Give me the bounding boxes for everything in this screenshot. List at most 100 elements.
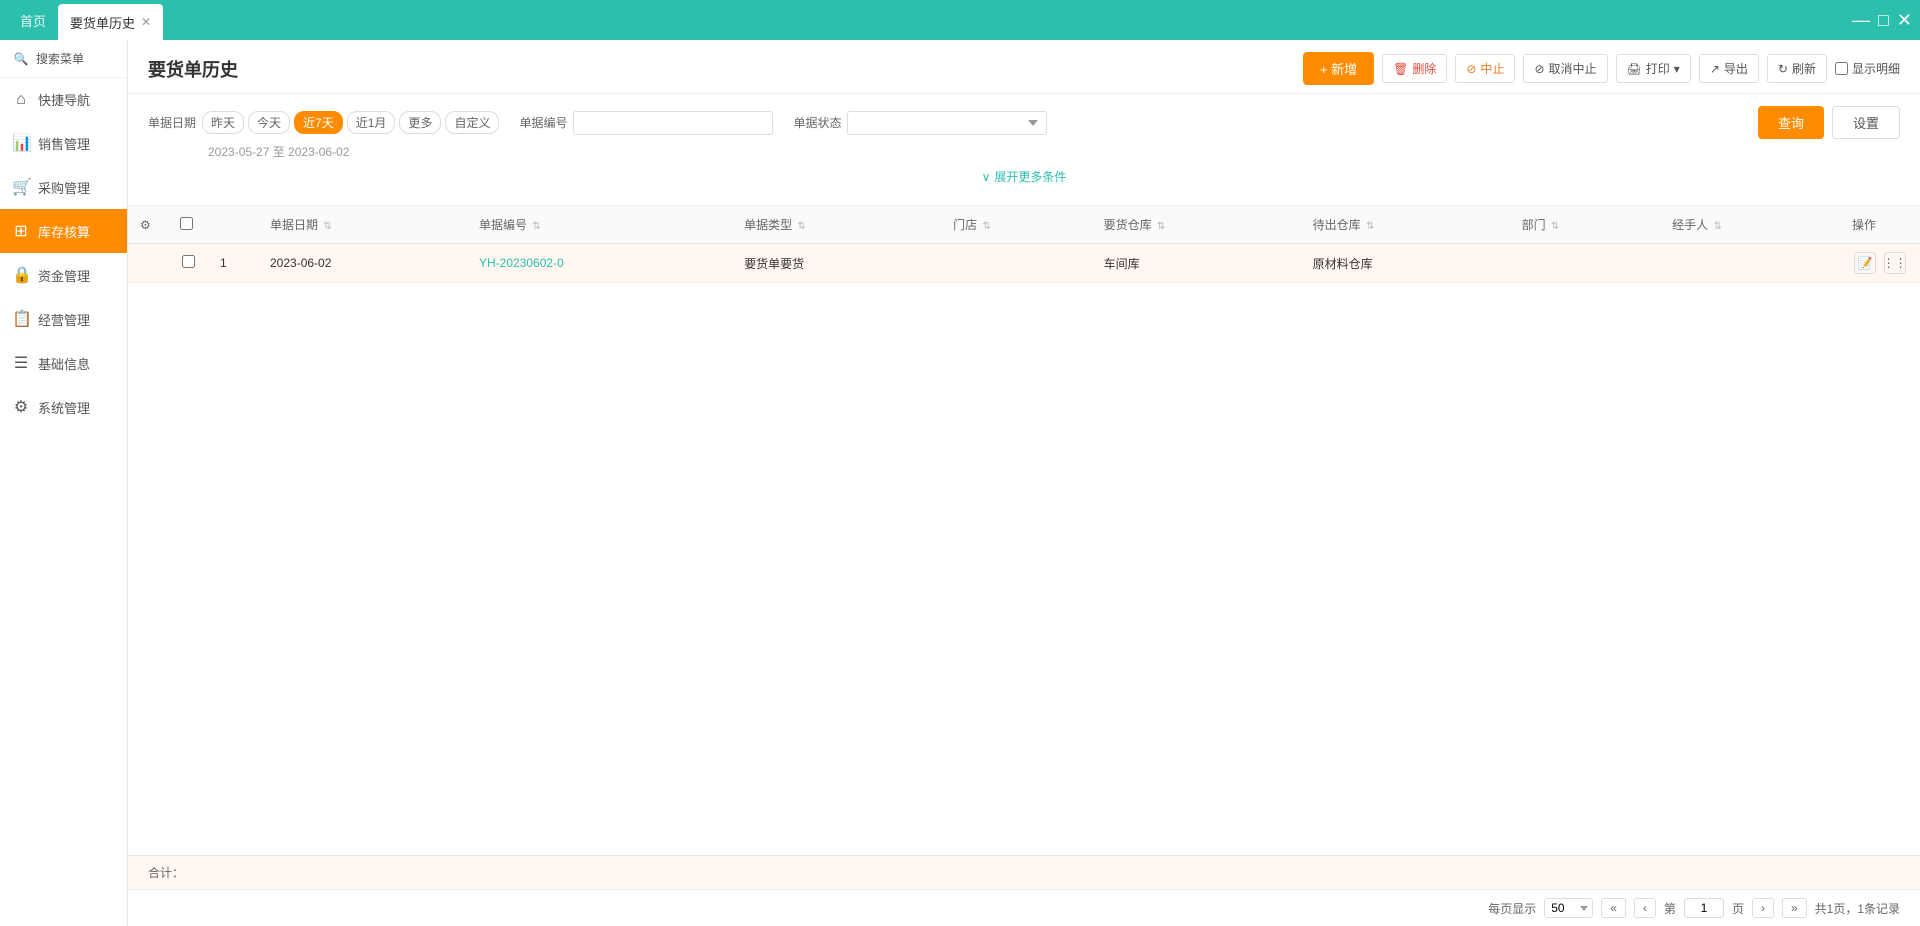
per-page-select[interactable]: 50 100 200 [1544,898,1593,918]
page-suffix: 页 [1732,900,1744,917]
sidebar-item-basic[interactable]: ☰ 基础信息 [0,341,127,385]
date-btn-more[interactable]: 更多 [399,111,441,134]
filter-settings-button[interactable]: 设置 [1832,106,1900,139]
sidebar-search[interactable]: 🔍 搜索菜单 [0,40,127,78]
row-req-warehouse: 车间库 [1092,244,1301,283]
export-button[interactable]: ↗ 导出 [1699,54,1759,83]
refresh-button[interactable]: ↻ 刷新 [1767,54,1827,83]
tab-purchase-history-label: 要货单历史 [70,13,135,32]
sidebar-item-shortcut[interactable]: ⌂ 快捷导航 [0,78,127,121]
date-btn-today[interactable]: 今天 [248,111,290,134]
sidebar-search-label: 搜索菜单 [36,50,84,67]
content-area: 要货单历史 + 新增 🗑 删除 ⊘ 中止 ⊘ 取消中止 [128,40,1920,926]
row-date: 2023-06-02 [258,244,467,283]
filter-date-buttons: 昨天 今天 近7天 近1月 更多 自定义 [202,111,499,134]
print-button[interactable]: 🖨 打印 ▾ [1616,54,1691,83]
col-settings: ⚙ [128,206,168,244]
filter-date-label: 单据日期 [148,114,196,131]
total-label: 合计： [148,866,184,880]
cancel-stop-button[interactable]: ⊘ 取消中止 [1523,54,1607,83]
last-page-button[interactable]: » [1782,898,1807,918]
close-tab-icon[interactable]: ✕ [141,15,151,29]
display-detail-toggle[interactable]: 显示明细 [1835,60,1900,77]
page-input[interactable] [1684,898,1724,918]
row-no: 1 [208,244,258,283]
row-settings-cell [128,244,168,283]
tab-purchase-history[interactable]: 要货单历史 ✕ [58,4,163,40]
col-handler[interactable]: 经手人 ⇅ [1660,206,1840,244]
row-actions: 📝 ⋮⋮ [1840,244,1920,283]
row-edit-icon[interactable]: 📝 [1854,252,1876,274]
row-checkbox[interactable] [182,255,195,268]
sort-department-icon: ⇅ [1551,221,1559,232]
table-body: 1 2023-06-02 YH-20230602-0 要货单要货 车间库 原材料… [128,244,1920,283]
row-docno: YH-20230602-0 [467,244,732,283]
total-info: 共1页，1条记录 [1815,900,1900,917]
sidebar-item-finance-label: 资金管理 [38,266,90,285]
filter-status-label: 单据状态 [793,114,841,131]
display-detail-checkbox[interactable] [1835,62,1848,75]
filter-status-select[interactable] [847,111,1047,135]
home-icon: ⌂ [12,91,30,109]
sidebar-item-inventory[interactable]: ⊞ 库存核算 [0,209,127,253]
settings-row-icon[interactable]: ⚙ [140,218,151,232]
filter-actions: 查询 设置 [1758,106,1900,139]
basic-icon: ☰ [12,353,30,373]
maximize-button[interactable]: □ [1878,11,1889,29]
sidebar-item-purchase[interactable]: 🛒 采购管理 [0,165,127,209]
sidebar-item-system-label: 系统管理 [38,398,90,417]
stop-button[interactable]: ⊘ 中止 [1455,54,1515,83]
query-button[interactable]: 查询 [1758,106,1824,139]
delete-button[interactable]: 🗑 删除 [1382,54,1447,83]
filter-docno-label: 单据编号 [519,114,567,131]
sidebar-item-operations-label: 经营管理 [38,310,90,329]
inventory-icon: ⊞ [12,221,30,241]
row-more-icon[interactable]: ⋮⋮ [1884,252,1906,274]
operations-icon: 📋 [12,309,30,329]
sidebar-item-purchase-label: 采购管理 [38,178,90,197]
select-all-checkbox[interactable] [180,217,193,230]
next-page-button[interactable]: › [1752,898,1774,918]
delete-icon: 🗑 [1393,62,1408,76]
col-store[interactable]: 门店 ⇅ [941,206,1092,244]
row-docno-link[interactable]: YH-20230602-0 [479,256,564,270]
col-date[interactable]: 单据日期 ⇅ [258,206,467,244]
date-btn-yesterday[interactable]: 昨天 [202,111,244,134]
filter-expand-row: ∨ 展开更多条件 [148,160,1900,197]
sort-store-icon: ⇅ [982,221,990,232]
col-doctype[interactable]: 单据类型 ⇅ [732,206,941,244]
finance-icon: 🔒 [12,265,30,285]
print-dropdown-icon: ▾ [1674,62,1680,76]
col-department[interactable]: 部门 ⇅ [1510,206,1661,244]
first-page-button[interactable]: « [1601,898,1626,918]
row-store [941,244,1092,283]
new-button[interactable]: + 新增 [1303,52,1374,85]
col-req-warehouse[interactable]: 要货仓库 ⇅ [1092,206,1301,244]
search-icon: 🔍 [12,52,30,66]
sidebar: 🔍 搜索菜单 ⌂ 快捷导航 📊 销售管理 🛒 采购管理 ⊞ 库存核算 🔒 资 [0,40,128,926]
col-docno[interactable]: 单据编号 ⇅ [467,206,732,244]
sidebar-item-finance[interactable]: 🔒 资金管理 [0,253,127,297]
tab-home[interactable]: 首页 [8,0,58,40]
close-window-button[interactable]: ✕ [1897,11,1912,29]
minimize-button[interactable]: — [1852,11,1870,29]
filter-row: 单据日期 昨天 今天 近7天 近1月 更多 自定义 单据编号 [148,106,1900,139]
sort-pending-warehouse-icon: ⇅ [1366,221,1374,232]
col-no [208,206,258,244]
date-btn-1month[interactable]: 近1月 [347,111,396,134]
date-btn-7days[interactable]: 近7天 [294,111,343,134]
sidebar-item-sales[interactable]: 📊 销售管理 [0,121,127,165]
row-handler [1660,244,1840,283]
sidebar-item-system[interactable]: ⚙ 系统管理 [0,385,127,429]
date-btn-custom[interactable]: 自定义 [445,111,499,134]
expand-filter-button[interactable]: ∨ 展开更多条件 [974,164,1075,189]
col-pending-warehouse[interactable]: 待出仓库 ⇅ [1301,206,1510,244]
filter-docno-input[interactable] [573,111,773,135]
print-icon: 🖨 [1627,62,1642,76]
filter-docno-item: 单据编号 [519,111,773,135]
sidebar-item-basic-label: 基础信息 [38,354,90,373]
sidebar-item-operations[interactable]: 📋 经营管理 [0,297,127,341]
filter-bar: 单据日期 昨天 今天 近7天 近1月 更多 自定义 单据编号 [128,94,1920,206]
prev-page-button[interactable]: ‹ [1634,898,1656,918]
sort-docno-icon: ⇅ [532,221,540,232]
